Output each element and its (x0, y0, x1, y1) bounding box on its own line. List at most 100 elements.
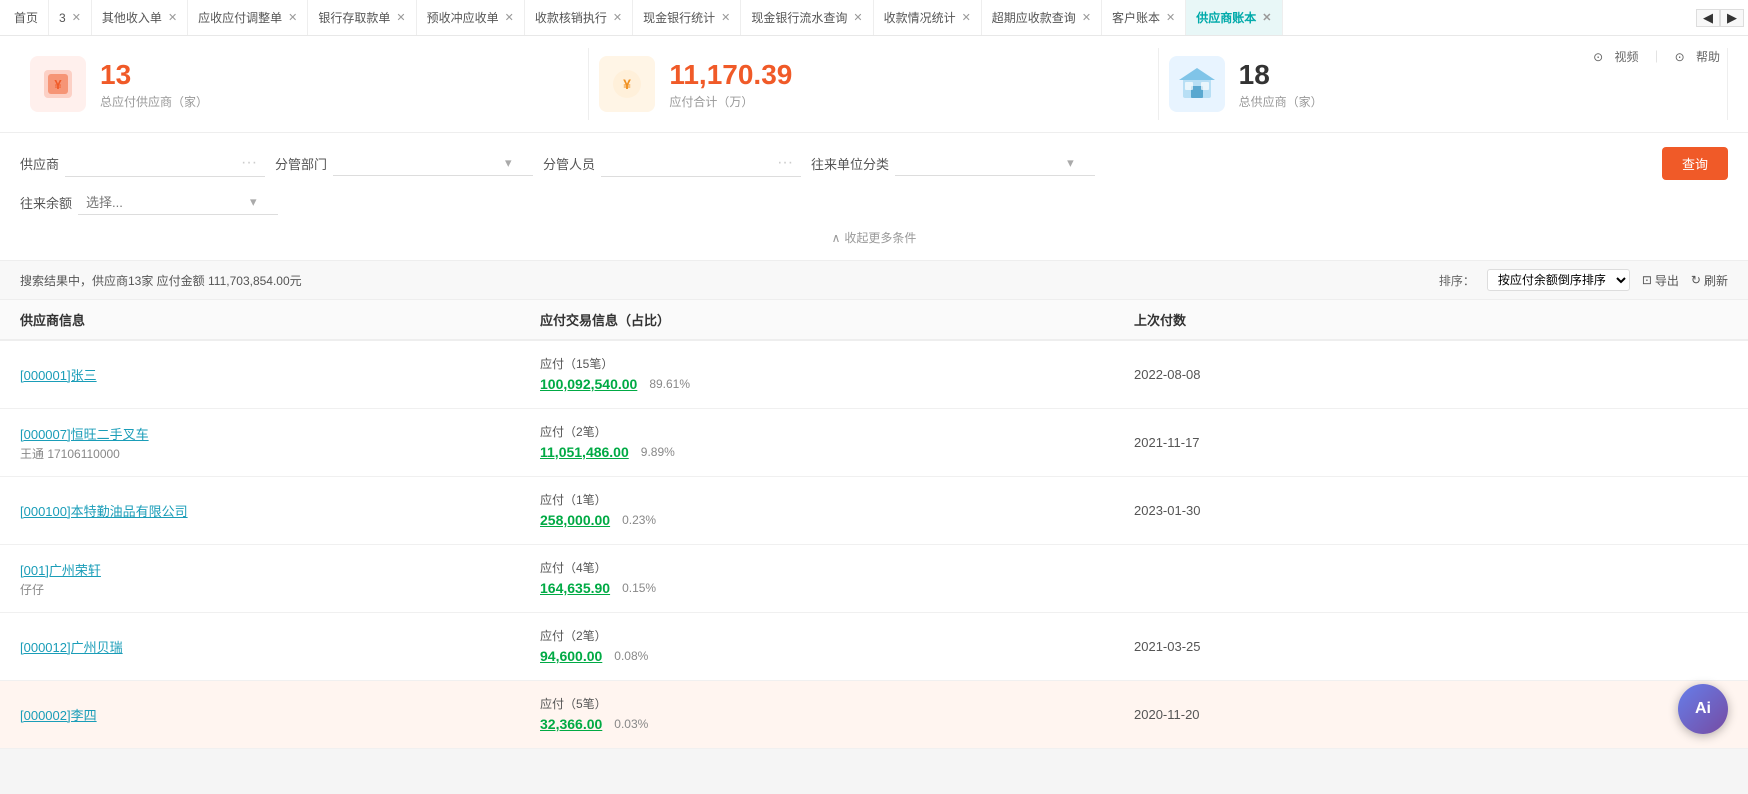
supplier-cell: [001]广州荣轩 仔仔 (20, 560, 540, 598)
payable-percent: 0.23% (622, 513, 656, 527)
nav-tab-cash-flow-label: 现金银行流水查询 (751, 9, 847, 26)
table-row: [000007]恒旺二手叉车 王通 17106110000 应付（2笔） 11,… (0, 409, 1748, 477)
close-icon[interactable]: ✕ (613, 11, 622, 24)
close-icon[interactable]: ✕ (1082, 11, 1091, 24)
query-button[interactable]: 查询 (1662, 147, 1728, 180)
balance-input[interactable] (86, 195, 246, 210)
supplier-link[interactable]: [001]广州荣轩 (20, 560, 540, 579)
last-pay-cell: 2021-03-25 (1134, 639, 1728, 654)
nav-tab-supplier-ledger[interactable]: 供应商账本 ✕ (1186, 0, 1282, 35)
payable-amount-link[interactable]: 32,366.00 (540, 716, 602, 732)
filter-area: 供应商 ··· 分管部门 ▾ 分管人员 ··· 往来单位分类 (0, 133, 1748, 261)
payable-amount-link[interactable]: 94,600.00 (540, 648, 602, 664)
dept-chevron-icon[interactable]: ▾ (505, 155, 512, 171)
payable-amount-link[interactable]: 11,051,486.00 (540, 444, 629, 460)
supplier-input[interactable] (73, 156, 233, 171)
payable-total-amount: 11,170.39 (669, 58, 792, 92)
collapse-up-icon: ∧ (832, 231, 841, 245)
balance-chevron-icon[interactable]: ▾ (250, 194, 257, 210)
nav-tab-customer-ledger[interactable]: 客户账本 ✕ (1102, 0, 1186, 35)
close-icon[interactable]: ✕ (72, 11, 81, 24)
person-select-box[interactable]: ··· (601, 150, 801, 177)
person-dots-icon[interactable]: ··· (777, 154, 793, 172)
nav-tab-ar-adjust[interactable]: 应收应付调整单 ✕ (188, 0, 308, 35)
nav-tab-payment-exec[interactable]: 收款核销执行 ✕ (525, 0, 633, 35)
table-row: [000100]本特勤油品有限公司 应付（1笔） 258,000.00 0.23… (0, 477, 1748, 545)
payable-label: 应付（2笔） (540, 627, 607, 644)
payable-amount-link[interactable]: 100,092,540.00 (540, 376, 637, 392)
nav-tab-other-income[interactable]: 其他收入单 ✕ (92, 0, 188, 35)
close-icon[interactable]: ✕ (1166, 11, 1175, 24)
nav-tab-bank-label: 银行存取款单 (318, 9, 390, 26)
ai-button[interactable]: Ai (1678, 684, 1728, 734)
supplier-link[interactable]: [000100]本特勤油品有限公司 (20, 501, 540, 520)
payable-supplier-label: 总应付供应商（家） (100, 93, 208, 110)
nav-scroll-left[interactable]: ◀ (1696, 9, 1720, 27)
nav-tab-bank[interactable]: 银行存取款单 ✕ (308, 0, 416, 35)
video-icon: ⊙ (1593, 50, 1603, 64)
help-link[interactable]: ⊙ 帮助 (1671, 48, 1724, 65)
table-header: 供应商信息 应付交易信息（占比） 上次付数 (0, 300, 1748, 341)
supplier-sub: 仔仔 (20, 581, 540, 598)
summary-card-payable-total: ¥ 11,170.39 应付合计（万） (589, 48, 1158, 120)
close-icon[interactable]: ✕ (505, 11, 514, 24)
close-icon[interactable]: ✕ (168, 11, 177, 24)
category-input[interactable] (903, 156, 1063, 171)
close-icon[interactable]: ✕ (1262, 11, 1271, 24)
close-icon[interactable]: ✕ (721, 11, 730, 24)
dept-select-box[interactable]: ▾ (333, 151, 533, 176)
payable-percent: 0.15% (622, 581, 656, 595)
nav-tab-customer-ledger-label: 客户账本 (1112, 9, 1160, 26)
person-input[interactable] (609, 156, 769, 171)
nav-tab-3[interactable]: 3 ✕ (49, 0, 92, 35)
nav-tab-collection-stat[interactable]: 收款情况统计 ✕ (874, 0, 982, 35)
balance-select-box[interactable]: ▾ (78, 190, 278, 215)
close-icon[interactable]: ✕ (853, 11, 862, 24)
category-select-box[interactable]: ▾ (895, 151, 1095, 176)
close-icon[interactable]: ✕ (962, 11, 971, 24)
dept-input[interactable] (341, 156, 501, 171)
nav-tab-advance-label: 预收冲应收单 (427, 9, 499, 26)
ai-button-label: Ai (1695, 700, 1711, 718)
table-area: 供应商信息 应付交易信息（占比） 上次付数 [000001]张三 应付（15笔）… (0, 300, 1748, 749)
supplier-dots-icon[interactable]: ··· (241, 154, 257, 172)
dept-filter-label: 分管部门 (275, 154, 327, 173)
payable-amount-link[interactable]: 164,635.90 (540, 580, 610, 596)
supplier-link[interactable]: [000007]恒旺二手叉车 (20, 424, 540, 443)
nav-tab-3-label: 3 (59, 11, 66, 25)
payable-percent: 9.89% (641, 445, 675, 459)
nav-tab-payment-exec-label: 收款核销执行 (535, 9, 607, 26)
card-content-total: 11,170.39 应付合计（万） (669, 58, 792, 111)
supplier-link[interactable]: [000012]广州贝瑞 (20, 637, 540, 656)
supplier-link[interactable]: [000002]李四 (20, 705, 540, 724)
summary-top-right: ⊙ 视频 ｜ ⊙ 帮助 (1585, 48, 1728, 65)
supplier-select-box[interactable]: ··· (65, 150, 265, 177)
nav-tab-advance[interactable]: 预收冲应收单 ✕ (417, 0, 525, 35)
payable-label: 应付（4笔） (540, 559, 607, 576)
nav-tab-supplier-ledger-label: 供应商账本 (1196, 9, 1256, 26)
payable-amount-link[interactable]: 258,000.00 (540, 512, 610, 528)
supplier-filter-label: 供应商 (20, 154, 59, 173)
nav-scroll-right[interactable]: ▶ (1720, 9, 1744, 27)
supplier-link[interactable]: [000001]张三 (20, 365, 540, 384)
nav-tab-cash-stat[interactable]: 现金银行统计 ✕ (633, 0, 741, 35)
collapse-button[interactable]: ∧ 收起更多条件 (20, 225, 1728, 250)
video-link[interactable]: ⊙ 视频 (1589, 48, 1642, 65)
payable-percent: 0.08% (614, 649, 648, 663)
supplier-cell: [000001]张三 (20, 365, 540, 384)
nav-tab-home[interactable]: 首页 (4, 0, 49, 35)
result-summary-text: 搜索结果中，供应商13家 应付金额 111,703,854.00元 (20, 272, 302, 289)
close-icon[interactable]: ✕ (396, 11, 405, 24)
refresh-icon: ↻ (1691, 273, 1701, 287)
help-label: 帮助 (1696, 50, 1720, 64)
last-pay-date: 2022-08-08 (1134, 367, 1201, 382)
nav-tab-cash-flow[interactable]: 现金银行流水查询 ✕ (741, 0, 873, 35)
export-button[interactable]: ⊡ 导出 (1642, 272, 1679, 289)
payable-label: 应付（2笔） (540, 423, 607, 440)
refresh-button[interactable]: ↻ 刷新 (1691, 272, 1728, 289)
nav-tab-overdue[interactable]: 超期应收款查询 ✕ (982, 0, 1102, 35)
sort-select[interactable]: 按应付余额倒序排序 (1487, 269, 1630, 291)
category-chevron-icon[interactable]: ▾ (1067, 155, 1074, 171)
close-icon[interactable]: ✕ (288, 11, 297, 24)
payable-percent: 0.03% (614, 717, 648, 731)
